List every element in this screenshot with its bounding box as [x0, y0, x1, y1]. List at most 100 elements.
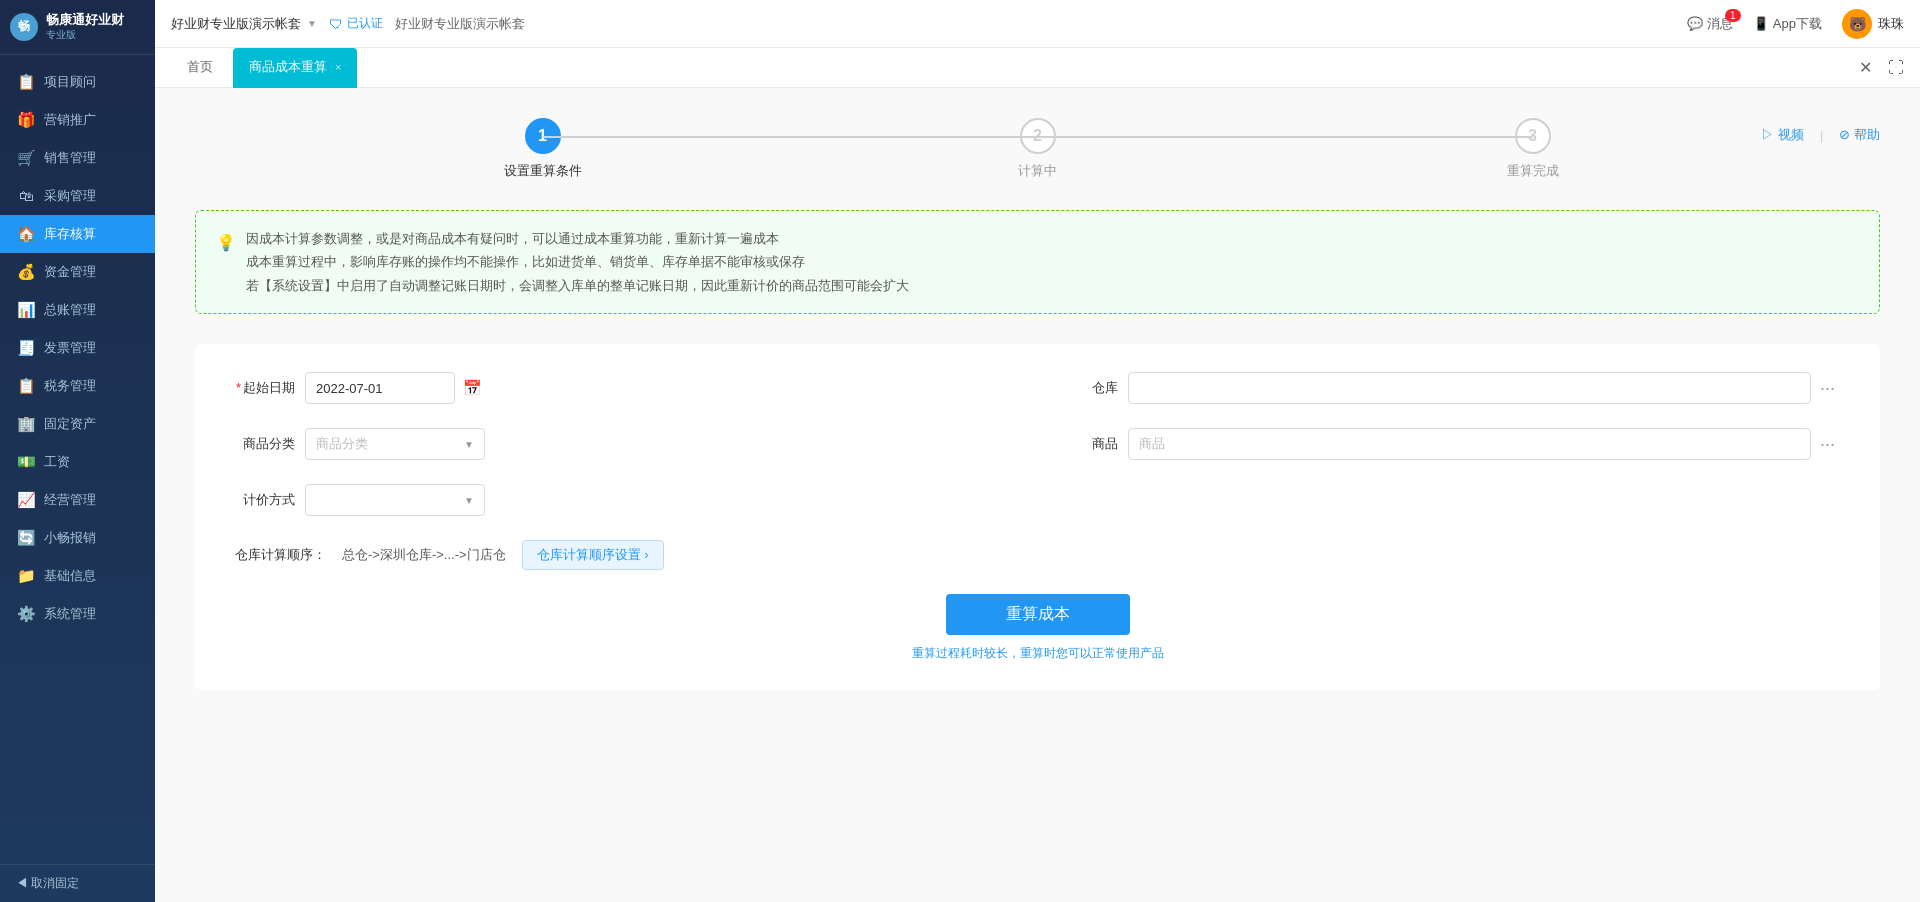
- start-date-group: *起始日期 2022-07-01 📅: [235, 372, 1018, 404]
- sidebar-nav: 📋 项目顾问 🎁 营销推广 🛒 销售管理 🛍 采购管理 🏠 库存核算 💰 资金管…: [0, 55, 155, 864]
- help-link[interactable]: ⊘ 帮助: [1839, 126, 1880, 144]
- product-label: 商品: [1058, 435, 1118, 453]
- avatar: 🐻: [1842, 9, 1872, 39]
- sidebar-item-label-system: 系统管理: [44, 605, 96, 623]
- notice-line-1: 因成本计算参数调整，或是对商品成本有疑问时，可以通过成本重算功能，重新计算一遍成…: [246, 227, 909, 250]
- sidebar: 畅 畅康通好业财 专业版 📋 项目顾问 🎁 营销推广 🛒 销售管理 🛍 采购管理…: [0, 0, 155, 902]
- category-label: 商品分类: [235, 435, 295, 453]
- sidebar-item-operation[interactable]: 📈 经营管理: [0, 481, 155, 519]
- sidebar-item-marketing[interactable]: 🎁 营销推广: [0, 101, 155, 139]
- sidebar-item-label-operation: 经营管理: [44, 491, 96, 509]
- sidebar-item-label-salary: 工资: [44, 453, 70, 471]
- invoice-icon: 🧾: [16, 339, 36, 357]
- ledger-icon: 📊: [16, 301, 36, 319]
- tab-close-icon[interactable]: ×: [335, 61, 341, 73]
- sidebar-item-sales[interactable]: 🛒 销售管理: [0, 139, 155, 177]
- calendar-icon[interactable]: 📅: [463, 379, 482, 397]
- sidebar-item-salary[interactable]: 💵 工资: [0, 443, 155, 481]
- start-date-label-text: 起始日期: [243, 380, 295, 395]
- pricing-group: 计价方式 ▼: [235, 484, 1018, 516]
- app-download-button[interactable]: 📱 App下载: [1753, 15, 1822, 33]
- step-2: 2 计算中: [790, 118, 1285, 180]
- tab-home[interactable]: 首页: [171, 48, 229, 88]
- category-select[interactable]: 商品分类 ▼: [305, 428, 485, 460]
- expand-panel-button[interactable]: ⛶: [1884, 55, 1908, 81]
- user-menu[interactable]: 🐻 珠珠: [1842, 9, 1904, 39]
- unpin-label: ◀ 取消固定: [16, 875, 79, 892]
- sidebar-unpin-button[interactable]: ◀ 取消固定: [0, 864, 155, 902]
- sidebar-item-label-finance: 资金管理: [44, 263, 96, 281]
- bulb-icon: 💡: [216, 229, 236, 297]
- account-arrow-icon: ▼: [307, 18, 317, 29]
- start-date-input[interactable]: 2022-07-01: [305, 372, 455, 404]
- warehouse-order-btn-label: 仓库计算顺序设置 ›: [537, 546, 649, 564]
- recalc-hint: 重算过程耗时较长，重算时您可以正常使用产品: [235, 645, 1840, 662]
- form-row-1: *起始日期 2022-07-01 📅 仓库 ···: [235, 372, 1840, 404]
- product-input[interactable]: 商品: [1128, 428, 1811, 460]
- tab-cost-recalc[interactable]: 商品成本重算 ×: [233, 48, 357, 88]
- sidebar-item-tax[interactable]: 📋 税务管理: [0, 367, 155, 405]
- product-group: 商品 商品 ···: [1058, 428, 1841, 460]
- tabbar: 首页 商品成本重算 × ✕ ⛶: [155, 48, 1920, 88]
- recalculate-button[interactable]: 重算成本: [946, 594, 1130, 635]
- warehouse-more-button[interactable]: ···: [1815, 378, 1840, 399]
- tabbar-right: ✕ ⛶: [1855, 54, 1920, 81]
- sidebar-item-finance[interactable]: 💰 资金管理: [0, 253, 155, 291]
- warehouse-input-group: ···: [1128, 372, 1841, 404]
- sidebar-item-label-tax: 税务管理: [44, 377, 96, 395]
- app-download-label: App下载: [1773, 15, 1822, 33]
- sidebar-item-basic[interactable]: 📁 基础信息: [0, 557, 155, 595]
- step-1: 1 设置重算条件: [295, 118, 790, 180]
- recalc-section: 重算成本 重算过程耗时较长，重算时您可以正常使用产品: [235, 594, 1840, 662]
- sidebar-item-label-expense: 小畅报销: [44, 529, 96, 547]
- close-panel-button[interactable]: ✕: [1855, 54, 1876, 81]
- steps: 1 设置重算条件 2 计算中: [195, 118, 1880, 180]
- required-star: *: [236, 380, 241, 395]
- operation-icon: 📈: [16, 491, 36, 509]
- sidebar-item-purchase[interactable]: 🛍 采购管理: [0, 177, 155, 215]
- expense-icon: 🔄: [16, 529, 36, 547]
- notice-content: 因成本计算参数调整，或是对商品成本有疑问时，可以通过成本重算功能，重新计算一遍成…: [246, 227, 909, 297]
- step-3: 3 重算完成: [1285, 118, 1780, 180]
- sidebar-item-assets[interactable]: 🏢 固定资产: [0, 405, 155, 443]
- category-arrow-icon: ▼: [464, 439, 474, 450]
- warehouse-input[interactable]: [1128, 372, 1811, 404]
- pricing-label: 计价方式: [235, 491, 295, 509]
- sidebar-item-label-project: 项目顾问: [44, 73, 96, 91]
- sales-icon: 🛒: [16, 149, 36, 167]
- product-more-button[interactable]: ···: [1815, 434, 1840, 455]
- message-badge: 1: [1725, 9, 1741, 22]
- purchase-icon: 🛍: [16, 187, 36, 204]
- message-button[interactable]: 💬 消息 1: [1687, 15, 1733, 33]
- sidebar-item-label-basic: 基础信息: [44, 567, 96, 585]
- inventory-icon: 🏠: [16, 225, 36, 243]
- warehouse-order-settings-button[interactable]: 仓库计算顺序设置 ›: [522, 540, 664, 570]
- sidebar-item-label-purchase: 采购管理: [44, 187, 96, 205]
- logo-text-block: 畅康通好业财 专业版: [46, 12, 124, 42]
- pricing-select[interactable]: ▼: [305, 484, 485, 516]
- warehouse-order-row: 仓库计算顺序： 总仓->深圳仓库->...->门店仓 仓库计算顺序设置 ›: [235, 540, 1840, 570]
- phone-icon: 📱: [1753, 16, 1769, 31]
- notice-box: 💡 因成本计算参数调整，或是对商品成本有疑问时，可以通过成本重算功能，重新计算一…: [195, 210, 1880, 314]
- sidebar-item-system[interactable]: ⚙️ 系统管理: [0, 595, 155, 633]
- tab-home-label: 首页: [187, 58, 213, 76]
- account-selector[interactable]: 好业财专业版演示帐套 ▼: [171, 15, 317, 33]
- sidebar-item-inventory[interactable]: 🏠 库存核算: [0, 215, 155, 253]
- project-icon: 📋: [16, 73, 36, 91]
- tax-icon: 📋: [16, 377, 36, 395]
- step-3-label: 重算完成: [1507, 162, 1559, 180]
- sidebar-item-ledger[interactable]: 📊 总账管理: [0, 291, 155, 329]
- sidebar-item-expense[interactable]: 🔄 小畅报销: [0, 519, 155, 557]
- salary-icon: 💵: [16, 453, 36, 471]
- message-icon: 💬: [1687, 16, 1703, 31]
- sidebar-item-label-assets: 固定资产: [44, 415, 96, 433]
- sidebar-item-label-ledger: 总账管理: [44, 301, 96, 319]
- start-date-input-group: 2022-07-01 📅: [305, 372, 482, 404]
- product-input-group: 商品 ···: [1128, 428, 1841, 460]
- sidebar-item-project[interactable]: 📋 项目顾问: [0, 63, 155, 101]
- notice-line-2: 成本重算过程中，影响库存账的操作均不能操作，比如进货单、销货单、库存单据不能审核…: [246, 250, 909, 273]
- warehouse-order-value: 总仓->深圳仓库->...->门店仓: [342, 546, 506, 564]
- sidebar-item-invoice[interactable]: 🧾 发票管理: [0, 329, 155, 367]
- category-placeholder: 商品分类: [316, 435, 368, 453]
- main-area: 好业财专业版演示帐套 ▼ 🛡 已认证 好业财专业版演示帐套 💬 消息 1 📱 A…: [155, 0, 1920, 902]
